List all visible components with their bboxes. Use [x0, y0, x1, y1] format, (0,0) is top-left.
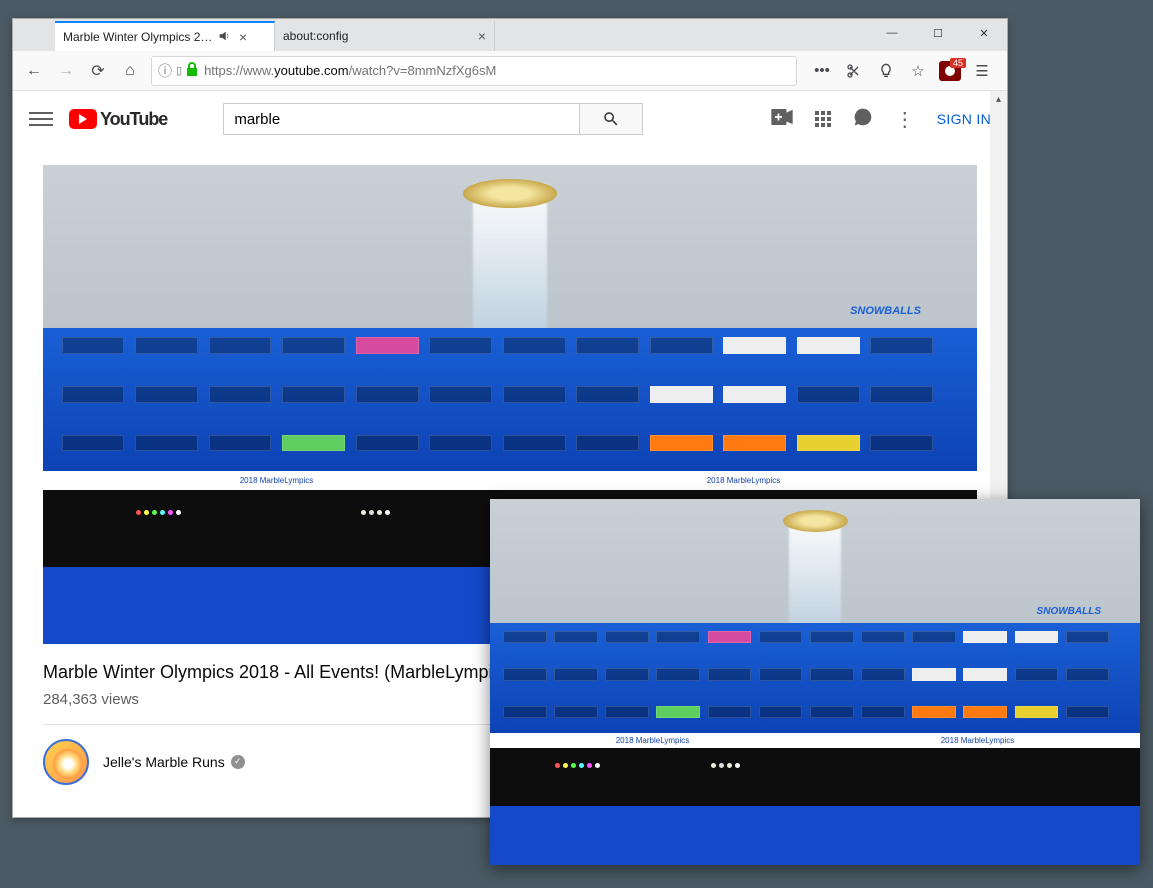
banner-text: 2018 MarbleLympics [941, 736, 1015, 745]
info-icon[interactable]: ⓘ [158, 61, 172, 81]
signin-button[interactable]: SIGN IN [937, 111, 991, 127]
forward-button[interactable]: → [51, 56, 81, 86]
header-actions: ⋮ SIGN IN [771, 107, 991, 132]
lock-icon [186, 62, 198, 79]
channel-avatar[interactable] [43, 739, 89, 785]
apps-icon[interactable] [815, 111, 831, 127]
tabs-bar: Marble Winter Olympics 2018 - × about:co… [13, 19, 1007, 51]
search-container [223, 103, 643, 135]
youtube-logo-icon [69, 109, 97, 129]
verified-badge-icon: ✓ [231, 755, 245, 769]
search-button[interactable] [579, 103, 643, 135]
youtube-logo[interactable]: YouTube [69, 109, 167, 130]
ublock-icon[interactable] [935, 56, 965, 86]
more-icon[interactable]: ••• [807, 56, 837, 86]
scissors-icon[interactable] [839, 56, 869, 86]
sponsor-text: SNOWBALLS [850, 305, 921, 317]
sponsor-text: SNOWBALLS [1037, 606, 1101, 617]
close-window-button[interactable]: ✕ [961, 19, 1007, 47]
nav-bar: ← → ⟳ ⌂ ⓘ ▯ https://www.youtube.com/watc… [13, 51, 1007, 91]
close-icon[interactable]: × [478, 28, 486, 44]
toolbar-icons: ••• ☆ ☰ [803, 56, 1001, 86]
minimize-button[interactable]: — [869, 19, 915, 47]
maximize-button[interactable]: ☐ [915, 19, 961, 47]
back-button[interactable]: ← [19, 56, 49, 86]
scroll-up-icon[interactable]: ▴ [990, 91, 1007, 108]
audio-icon[interactable] [217, 29, 231, 46]
banner-text: 2018 MarbleLympics [616, 736, 690, 745]
tab-active[interactable]: Marble Winter Olympics 2018 - × [55, 21, 275, 51]
url-bar[interactable]: ⓘ ▯ https://www.youtube.com/watch?v=8mmN… [151, 56, 797, 86]
banner-text: 2018 MarbleLympics [707, 476, 781, 485]
youtube-logo-text: YouTube [100, 109, 167, 130]
popout-video[interactable]: SNOWBALLS 2018 MarbleLympics 2018 Marble… [490, 499, 1140, 865]
reload-button[interactable]: ⟳ [83, 56, 113, 86]
tab-title: about:config [283, 29, 348, 43]
guide-button[interactable] [29, 107, 53, 131]
youtube-header: YouTube ⋮ SIGN IN [13, 91, 1007, 147]
channel-name[interactable]: Jelle's Marble Runs ✓ [103, 754, 245, 770]
search-input[interactable] [223, 103, 579, 135]
window-controls: — ☐ ✕ [869, 19, 1007, 47]
lightbulb-icon[interactable] [871, 56, 901, 86]
search-icon [602, 110, 620, 128]
create-video-icon[interactable] [771, 109, 793, 130]
tab-title: Marble Winter Olympics 2018 - [63, 30, 213, 44]
close-icon[interactable]: × [239, 29, 247, 45]
settings-dots-icon[interactable]: ⋮ [895, 107, 915, 132]
tracking-icon: ▯ [176, 64, 182, 77]
url-text: https://www.youtube.com/watch?v=8mmNzfXg… [204, 63, 790, 78]
home-button[interactable]: ⌂ [115, 56, 145, 86]
banner-text: 2018 MarbleLympics [240, 476, 314, 485]
hamburger-menu-icon[interactable]: ☰ [967, 56, 997, 86]
bookmark-star-icon[interactable]: ☆ [903, 56, 933, 86]
messages-icon[interactable] [853, 107, 873, 132]
tab-inactive[interactable]: about:config × [275, 21, 495, 51]
